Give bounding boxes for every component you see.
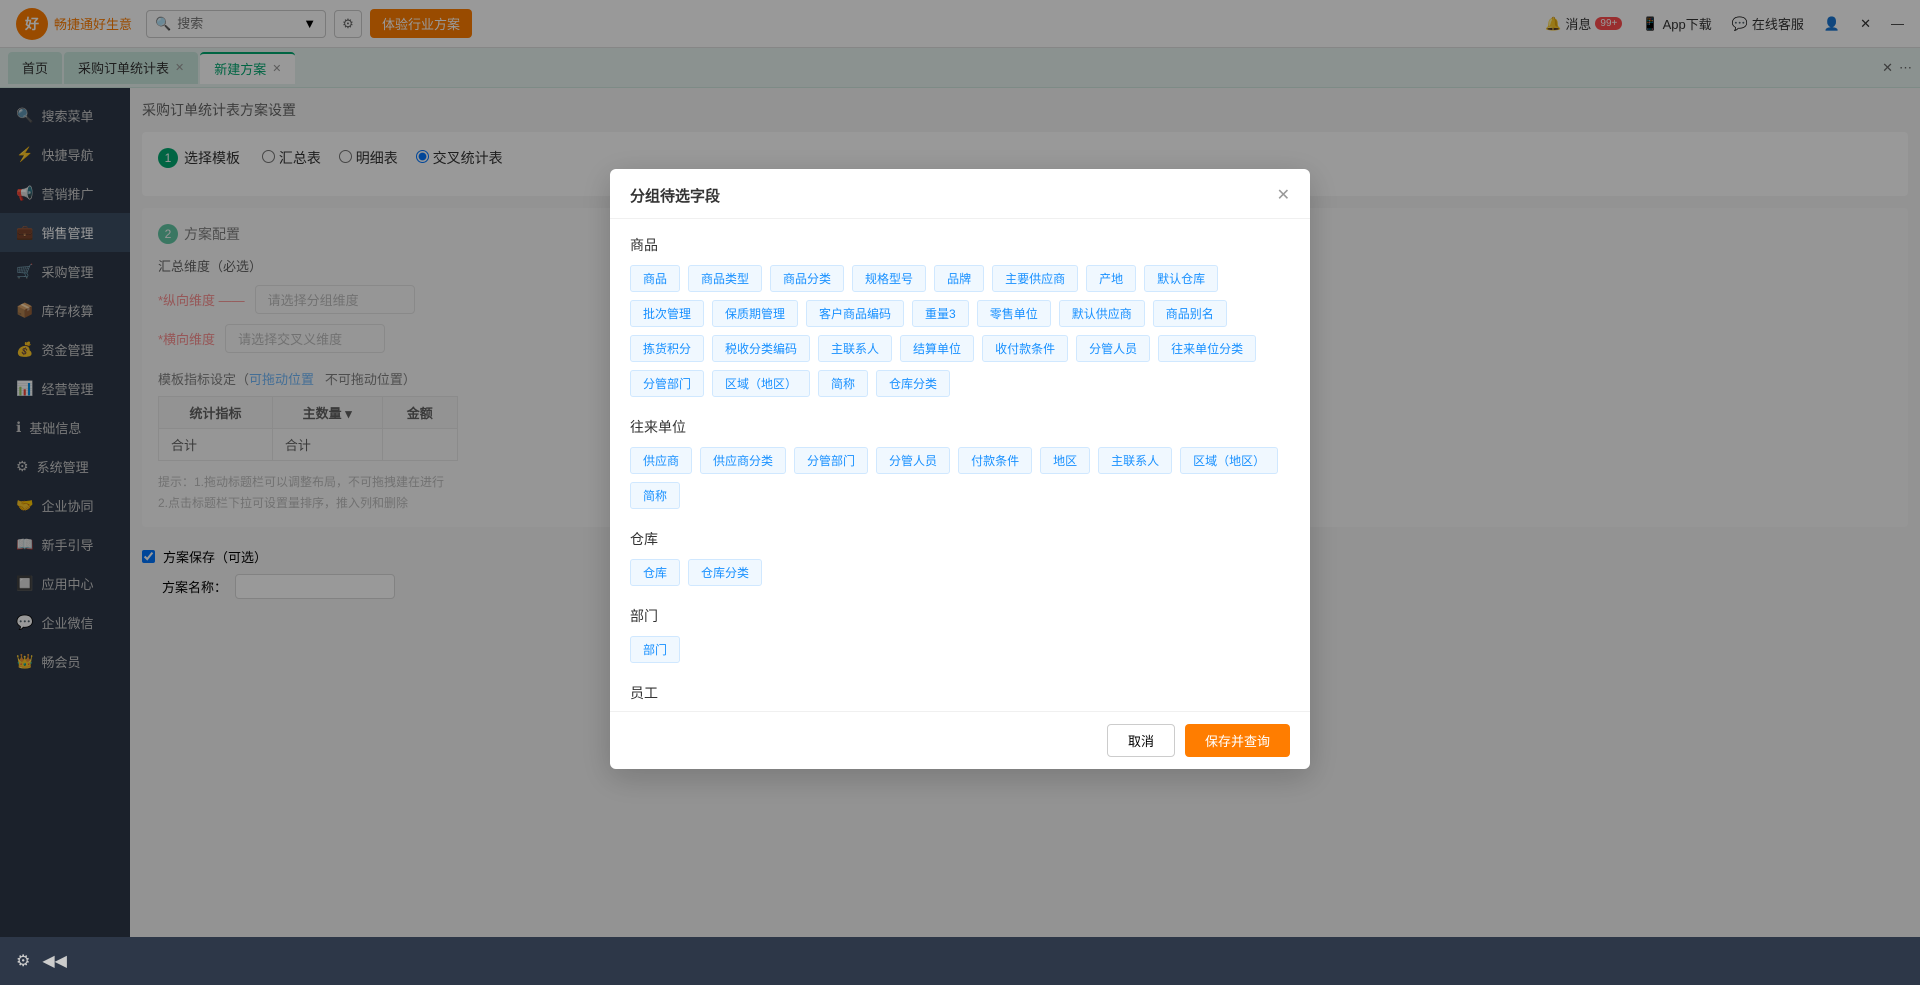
tag-cp-supervisor[interactable]: 分管人员 <box>876 447 950 474</box>
tag-retail-unit[interactable]: 零售单位 <box>977 300 1051 327</box>
bottom-audio-icon[interactable]: ◀◀ <box>42 951 67 971</box>
section-counterparty-title: 往来单位 <box>630 417 1290 437</box>
tag-main-contact[interactable]: 主联系人 <box>818 335 892 362</box>
tag-cp-region[interactable]: 区域（地区） <box>1180 447 1278 474</box>
tag-warehouse[interactable]: 仓库 <box>630 559 680 586</box>
section-product-tags: 商品 商品类型 商品分类 规格型号 品牌 主要供应商 产地 默认仓库 批次管理 … <box>630 265 1290 397</box>
tag-batch-mgmt[interactable]: 批次管理 <box>630 300 704 327</box>
bottom-bar: ⚙ ◀◀ <box>0 937 1920 985</box>
section-product-title: 商品 <box>630 235 1290 255</box>
tag-spec-model[interactable]: 规格型号 <box>852 265 926 292</box>
modal-footer: 取消 保存并查询 <box>610 711 1310 769</box>
cancel-button[interactable]: 取消 <box>1107 724 1175 757</box>
section-employee: 员工 业务员 <box>630 683 1290 711</box>
tag-product[interactable]: 商品 <box>630 265 680 292</box>
tag-warehouse-category[interactable]: 仓库分类 <box>876 370 950 397</box>
section-warehouse: 仓库 仓库 仓库分类 <box>630 529 1290 586</box>
tag-main-supplier[interactable]: 主要供应商 <box>992 265 1078 292</box>
tag-pick-points[interactable]: 拣货积分 <box>630 335 704 362</box>
tag-dept[interactable]: 分管部门 <box>630 370 704 397</box>
tag-department[interactable]: 部门 <box>630 636 680 663</box>
section-dept-tags: 部门 <box>630 636 1290 663</box>
tag-supplier[interactable]: 供应商 <box>630 447 692 474</box>
tag-product-type[interactable]: 商品类型 <box>688 265 762 292</box>
tag-default-warehouse[interactable]: 默认仓库 <box>1144 265 1218 292</box>
tag-short-name[interactable]: 简称 <box>818 370 868 397</box>
save-query-button[interactable]: 保存并查询 <box>1185 724 1290 757</box>
tag-weight3[interactable]: 重量3 <box>912 300 969 327</box>
tag-origin[interactable]: 产地 <box>1086 265 1136 292</box>
section-employee-title: 员工 <box>630 683 1290 703</box>
tag-area[interactable]: 地区 <box>1040 447 1090 474</box>
tag-default-supplier[interactable]: 默认供应商 <box>1059 300 1145 327</box>
tag-supervisor[interactable]: 分管人员 <box>1076 335 1150 362</box>
modal-body: 商品 商品 商品类型 商品分类 规格型号 品牌 主要供应商 产地 默认仓库 批次… <box>610 219 1310 711</box>
tag-payment-condition[interactable]: 付款条件 <box>958 447 1032 474</box>
tag-product-alias[interactable]: 商品别名 <box>1153 300 1227 327</box>
section-dept: 部门 部门 <box>630 606 1290 663</box>
tag-payment-terms[interactable]: 收付款条件 <box>982 335 1068 362</box>
tag-cp-dept[interactable]: 分管部门 <box>794 447 868 474</box>
tag-counterparty-category[interactable]: 往来单位分类 <box>1158 335 1256 362</box>
tag-supplier-category[interactable]: 供应商分类 <box>700 447 786 474</box>
tag-customer-sku[interactable]: 客户商品编码 <box>806 300 904 327</box>
modal-close-btn[interactable]: ✕ <box>1277 185 1290 205</box>
tag-cp-main-contact[interactable]: 主联系人 <box>1098 447 1172 474</box>
modal-title: 分组待选字段 <box>630 185 720 206</box>
section-dept-title: 部门 <box>630 606 1290 626</box>
section-warehouse-tags: 仓库 仓库分类 <box>630 559 1290 586</box>
modal-header: 分组待选字段 ✕ <box>610 169 1310 219</box>
section-counterparty-tags: 供应商 供应商分类 分管部门 分管人员 付款条件 地区 主联系人 区域（地区） … <box>630 447 1290 509</box>
section-product: 商品 商品 商品类型 商品分类 规格型号 品牌 主要供应商 产地 默认仓库 批次… <box>630 235 1290 397</box>
tag-expiry-mgmt[interactable]: 保质期管理 <box>712 300 798 327</box>
tag-brand[interactable]: 品牌 <box>934 265 984 292</box>
tag-wh-category[interactable]: 仓库分类 <box>688 559 762 586</box>
modal-overlay: 分组待选字段 ✕ 商品 商品 商品类型 商品分类 规格型号 品牌 主要供应商 产… <box>0 0 1920 937</box>
tag-settlement-unit[interactable]: 结算单位 <box>900 335 974 362</box>
tag-region[interactable]: 区域（地区） <box>712 370 810 397</box>
tag-product-category[interactable]: 商品分类 <box>770 265 844 292</box>
section-warehouse-title: 仓库 <box>630 529 1290 549</box>
bottom-settings-icon[interactable]: ⚙ <box>16 951 30 971</box>
tag-tax-code[interactable]: 税收分类编码 <box>712 335 810 362</box>
section-counterparty: 往来单位 供应商 供应商分类 分管部门 分管人员 付款条件 地区 主联系人 区域… <box>630 417 1290 509</box>
field-select-modal: 分组待选字段 ✕ 商品 商品 商品类型 商品分类 规格型号 品牌 主要供应商 产… <box>610 169 1310 769</box>
tag-cp-short-name[interactable]: 简称 <box>630 482 680 509</box>
